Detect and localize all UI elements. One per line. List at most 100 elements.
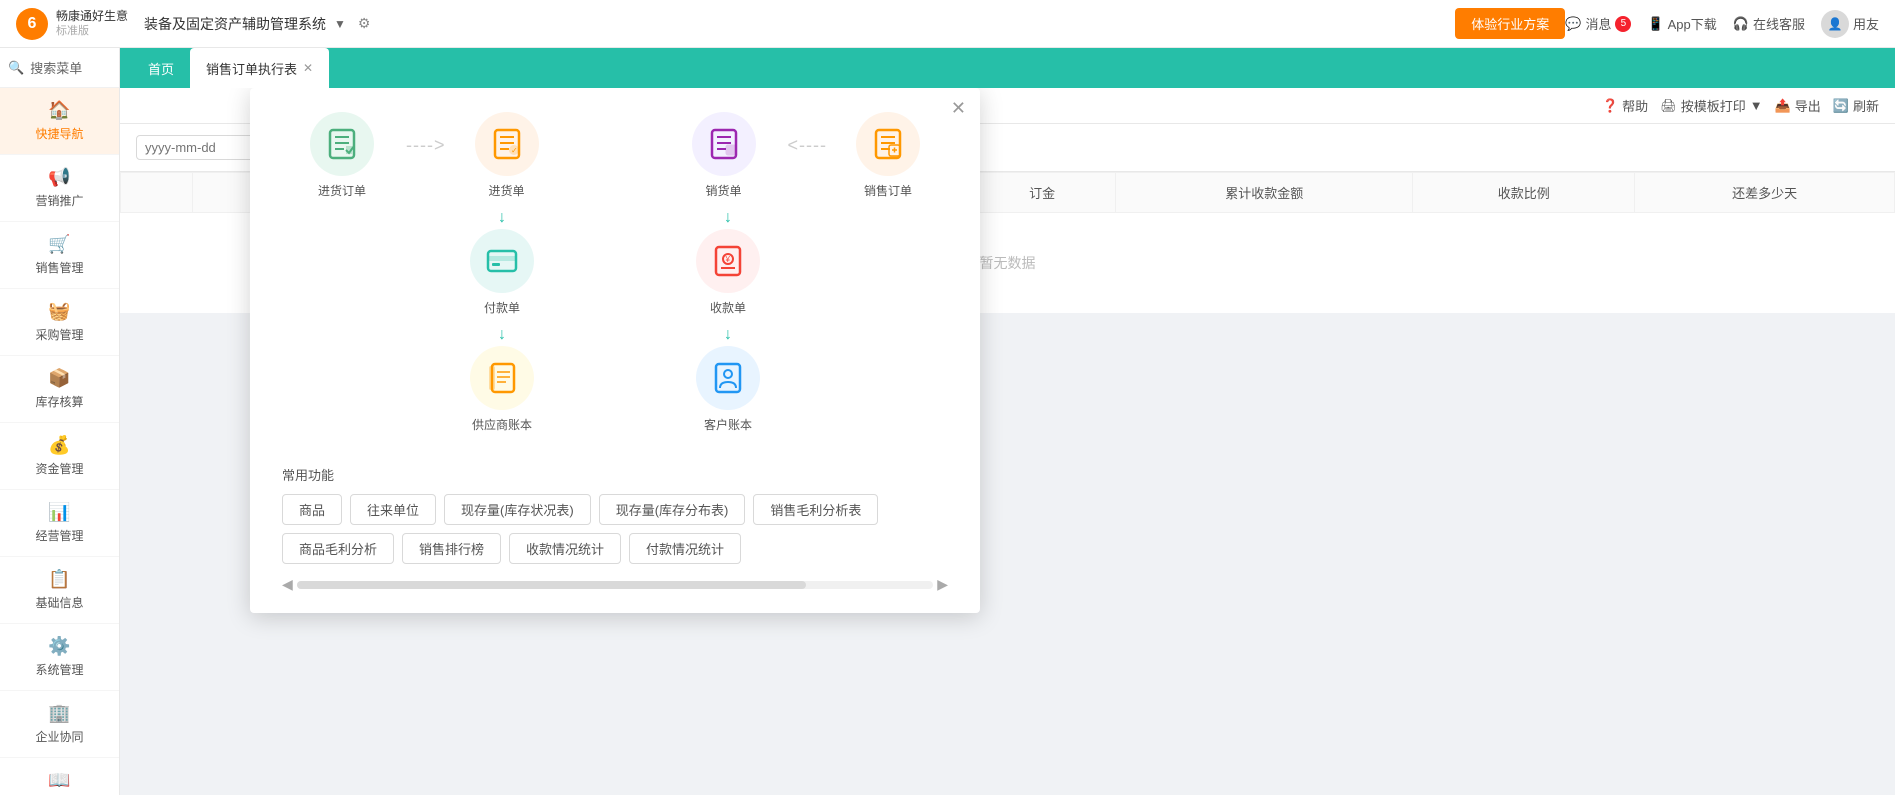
- flow-node-sales-bill[interactable]: 销货单: [664, 112, 784, 199]
- modal-box: ✕ 进货订单: [250, 88, 980, 613]
- flow-node-supplier-ledger[interactable]: 供应商账本: [442, 346, 562, 433]
- sidebar-item-finance[interactable]: 💰 资金管理: [0, 423, 119, 490]
- tab-home[interactable]: 首页: [132, 48, 190, 88]
- scroll-left-btn[interactable]: ◀: [282, 576, 293, 593]
- system-title: 装备及固定资产辅助管理系统 ▼ ⚙: [144, 14, 1443, 34]
- v-spacer-2: [562, 207, 668, 229]
- cf-buttons: 商品往来单位现存量(库存状况表) 现存量(库存分布表)销售毛利分析表商品毛利分析销…: [282, 494, 948, 564]
- topbar: 6 畅康通好生意 标准版 装备及固定资产辅助管理系统 ▼ ⚙ 体验行业方案 💬 …: [0, 0, 1895, 48]
- flow-node-sales-order[interactable]: 销售订单: [828, 112, 948, 199]
- inventory-icon: 📦: [48, 368, 70, 389]
- user-menu-btn[interactable]: 👤 用友: [1821, 10, 1879, 38]
- v-spacer-0: [282, 207, 402, 229]
- sidebar-item-business[interactable]: 📊 经营管理: [0, 490, 119, 557]
- v-spacer-arrow: [402, 207, 442, 229]
- common-functions: 常用功能 商品往来单位现存量(库存状况表)现存量(库存分布表)销售毛利分析表商品…: [282, 465, 948, 564]
- arrow-h-2: < - - - -: [784, 135, 829, 176]
- svg-text:¥: ¥: [725, 255, 731, 264]
- v-spacer-4: [828, 207, 948, 229]
- basic-icon: 📋: [48, 569, 70, 590]
- receipt-icon: ¥: [696, 229, 760, 293]
- flow-row-3: 供应商账本 客户账本: [282, 346, 948, 433]
- logo-area: 6 畅康通好生意 标准版: [16, 8, 136, 40]
- scroll-track[interactable]: [297, 581, 933, 589]
- sales-icon: 🛒: [48, 234, 70, 255]
- receipt-label: 收款单: [710, 299, 746, 316]
- flow-node-purchase-bill[interactable]: ✓ 进货单: [447, 112, 567, 199]
- sidebar-item-newbie[interactable]: 📖 新手引导: [0, 758, 119, 795]
- flow-node-purchase-order[interactable]: 进货订单: [282, 112, 402, 199]
- sales-bill-label: 销货单: [705, 182, 741, 199]
- payment-icon: [470, 229, 534, 293]
- sidebar: 🔍 搜索菜单 🏠 快捷导航 📢 营销推广 🛒 销售管理 🧺 采购管理 📦 库存核…: [0, 48, 120, 795]
- cf-btn-5[interactable]: 商品毛利分析: [282, 533, 394, 564]
- sidebar-search-btn[interactable]: 🔍 搜索菜单: [0, 48, 119, 88]
- logo-icon: 6: [16, 8, 48, 40]
- v-spacer-3: [788, 207, 828, 229]
- enterprise-icon: 🏢: [48, 703, 70, 724]
- system-dropdown-btn[interactable]: ▼: [334, 17, 346, 31]
- modal-overlay: ✕ 进货订单: [120, 88, 1895, 795]
- flow-node-customer-ledger[interactable]: 客户账本: [668, 346, 788, 433]
- scroll-thumb: [297, 581, 806, 589]
- modal-close-btn[interactable]: ✕: [951, 98, 966, 119]
- tab-close-btn[interactable]: ✕: [303, 61, 313, 75]
- va2-spacer-0: [282, 324, 402, 346]
- cf-title: 常用功能: [282, 465, 948, 484]
- experience-btn[interactable]: 体验行业方案: [1455, 8, 1565, 39]
- va2-spacer-2: [562, 324, 668, 346]
- va2-spacer-1: [402, 324, 442, 346]
- logo-text: 畅康通好生意 标准版: [56, 9, 128, 39]
- sidebar-item-sales[interactable]: 🛒 销售管理: [0, 222, 119, 289]
- message-badge: 5: [1615, 16, 1631, 32]
- tab-bar: 首页 销售订单执行表 ✕: [120, 48, 1895, 88]
- sidebar-item-system[interactable]: ⚙️ 系统管理: [0, 624, 119, 691]
- flow-row-2: 付款单 ¥ 收款单: [282, 229, 948, 316]
- flow-diagram: 进货订单 - - - - > ✓ 进货单: [282, 112, 948, 441]
- main-content: 首页 销售订单执行表 ✕ ❓ 帮助 🖨 按模板打印 ▼: [120, 48, 1895, 795]
- cf-btn-0[interactable]: 商品: [282, 494, 342, 525]
- cf-btn-3[interactable]: 现存量(库存分布表): [599, 494, 746, 525]
- sidebar-item-enterprise[interactable]: 🏢 企业协同: [0, 691, 119, 758]
- newbie-icon: 📖: [48, 770, 70, 791]
- message-icon: 💬: [1565, 16, 1581, 32]
- settings-icon[interactable]: ⚙: [358, 15, 371, 32]
- purchase-bill-label: 进货单: [488, 182, 524, 199]
- v-arrow-supplier: ↓: [442, 326, 562, 344]
- customer-ledger-icon: [696, 346, 760, 410]
- customer-ledger-label: 客户账本: [704, 416, 752, 433]
- svg-text:✓: ✓: [511, 146, 518, 155]
- cf-btn-8[interactable]: 付款情况统计: [629, 533, 741, 564]
- app-icon: 📱: [1647, 16, 1663, 32]
- cf-btn-6[interactable]: 销售排行榜: [402, 533, 501, 564]
- purchase-icon: 🧺: [48, 301, 70, 322]
- flow-row-1: 进货订单 - - - - > ✓ 进货单: [282, 112, 948, 199]
- cf-btn-7[interactable]: 收款情况统计: [509, 533, 621, 564]
- cf-btn-2[interactable]: 现存量(库存状况表): [444, 494, 591, 525]
- cf-btn-1[interactable]: 往来单位: [350, 494, 436, 525]
- supplier-ledger-icon: [470, 346, 534, 410]
- payment-label: 付款单: [484, 299, 520, 316]
- sidebar-item-quick[interactable]: 🏠 快捷导航: [0, 88, 119, 155]
- flow-node-payment[interactable]: 付款单: [442, 229, 562, 316]
- sidebar-item-purchase[interactable]: 🧺 采购管理: [0, 289, 119, 356]
- sales-order-icon: [856, 112, 920, 176]
- supplier-ledger-label: 供应商账本: [472, 416, 532, 433]
- modal-scroll: ◀ ▶: [282, 576, 948, 593]
- topbar-right: 💬 消息 5 📱 App下载 🎧 在线客服 👤 用友: [1565, 10, 1879, 38]
- va2-spacer-4: [828, 324, 948, 346]
- v-arrow-payment: ↓: [442, 209, 562, 227]
- message-btn[interactable]: 💬 消息 5: [1565, 14, 1631, 33]
- layout: 🔍 搜索菜单 🏠 快捷导航 📢 营销推广 🛒 销售管理 🧺 采购管理 📦 库存核…: [0, 48, 1895, 795]
- scroll-right-btn[interactable]: ▶: [937, 576, 948, 593]
- flow-node-receipt[interactable]: ¥ 收款单: [668, 229, 788, 316]
- home-icon: 🏠: [48, 100, 70, 121]
- purchase-bill-icon: ✓: [475, 112, 539, 176]
- app-download-btn[interactable]: 📱 App下载: [1647, 14, 1716, 33]
- online-service-btn[interactable]: 🎧 在线客服: [1733, 14, 1805, 33]
- cf-btn-4[interactable]: 销售毛利分析表: [753, 494, 878, 525]
- sidebar-item-inventory[interactable]: 📦 库存核算: [0, 356, 119, 423]
- tab-sales-order[interactable]: 销售订单执行表 ✕: [190, 48, 329, 88]
- sidebar-item-marketing[interactable]: 📢 营销推广: [0, 155, 119, 222]
- sidebar-item-basic[interactable]: 📋 基础信息: [0, 557, 119, 624]
